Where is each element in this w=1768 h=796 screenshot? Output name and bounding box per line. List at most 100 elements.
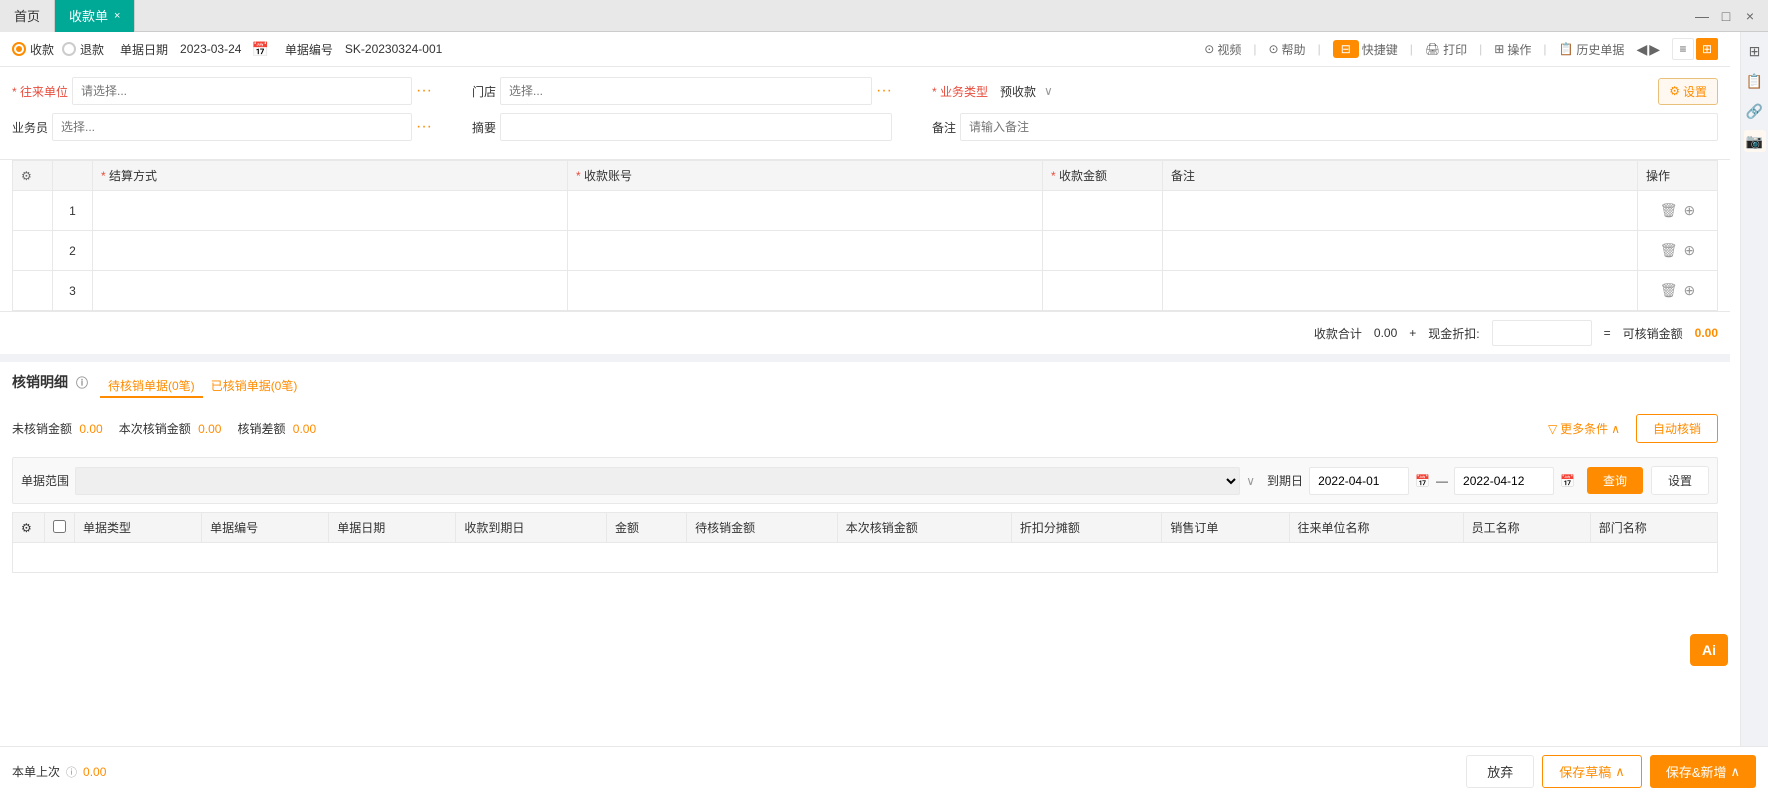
counterparty-input[interactable]: [72, 77, 412, 105]
remark-input-2[interactable]: [1163, 231, 1637, 270]
next-arrow[interactable]: ▶: [1649, 41, 1660, 58]
business-type-arrow[interactable]: ∨: [1044, 84, 1053, 98]
th-remark: 备注: [1163, 161, 1638, 191]
sidebar-list-icon[interactable]: 📋: [1744, 70, 1766, 92]
plus-sign: +: [1409, 326, 1416, 340]
sidebar-table-icon[interactable]: ⊞: [1744, 40, 1766, 62]
operate-action[interactable]: ⊞ 操作: [1494, 41, 1531, 58]
toolbar: 收款 退款 单据日期 2023-03-24 📅 单据编号 SK-20230324…: [0, 32, 1730, 67]
list-view-btn[interactable]: ≡: [1672, 38, 1694, 60]
equals-sign: =: [1604, 326, 1611, 340]
delete-row3-btn[interactable]: 🗑: [1660, 282, 1678, 299]
counterparty-dots[interactable]: ···: [416, 83, 432, 99]
pending-tab[interactable]: 待核销单据(0笔): [100, 375, 203, 398]
td-row1-empty: [13, 191, 53, 231]
select-all-checkbox[interactable]: [53, 520, 66, 533]
td-row3-settlement[interactable]: [93, 271, 568, 311]
business-type-label: * 业务类型: [932, 83, 988, 100]
date-from-icon[interactable]: 📅: [1415, 474, 1430, 488]
save-draft-btn[interactable]: 保存草稿 ∧: [1542, 755, 1642, 788]
video-action[interactable]: ⊙ 视频: [1204, 41, 1241, 58]
td-row1-account[interactable]: [568, 191, 1043, 231]
th-settlement: 结算方式: [93, 161, 568, 191]
query-btn[interactable]: 查询: [1587, 467, 1643, 494]
settlement-input-3[interactable]: [93, 271, 567, 310]
range-arrow[interactable]: ∨: [1246, 474, 1255, 488]
td-row2-remark[interactable]: [1163, 231, 1638, 271]
delete-row1-btn[interactable]: 🗑: [1660, 202, 1678, 219]
grid-view-btn[interactable]: ⊞: [1696, 38, 1718, 60]
history-action[interactable]: 📋 历史单据: [1558, 41, 1624, 58]
table-gear-icon[interactable]: ⚙: [21, 169, 32, 183]
settlement-input-1[interactable]: [93, 191, 567, 230]
date-to-input[interactable]: [1454, 467, 1554, 495]
td-row3-remark[interactable]: [1163, 271, 1638, 311]
date-field: 单据日期 2023-03-24 📅: [120, 41, 269, 58]
amount-input-2[interactable]: [1043, 231, 1162, 270]
ai-button[interactable]: Ai: [1690, 634, 1728, 666]
settings-button[interactable]: ⚙ 设置: [1658, 78, 1718, 105]
td-row1-remark[interactable]: [1163, 191, 1638, 231]
refund-radio[interactable]: 退款: [62, 41, 104, 58]
bth-gear[interactable]: ⚙: [13, 513, 45, 543]
td-row2-actions: 🗑 ⊕: [1638, 231, 1718, 271]
bth-voucher-type: 单据类型: [75, 513, 202, 543]
abandon-btn[interactable]: 放弃: [1466, 755, 1534, 788]
td-row3-amount[interactable]: [1043, 271, 1163, 311]
settlement-input-2[interactable]: [93, 231, 567, 270]
td-row1-settlement[interactable]: [93, 191, 568, 231]
account-input-3[interactable]: [568, 271, 1042, 310]
date-from-input[interactable]: [1309, 467, 1409, 495]
summary-input[interactable]: [500, 113, 892, 141]
done-tab[interactable]: 已核销单据(0笔): [203, 375, 306, 398]
store-input[interactable]: [500, 77, 872, 105]
calendar-icon[interactable]: 📅: [251, 41, 268, 58]
td-row1-amount[interactable]: [1043, 191, 1163, 231]
td-row2-amount[interactable]: [1043, 231, 1163, 271]
remark-input-3[interactable]: [1163, 271, 1637, 310]
copy-row3-btn[interactable]: ⊕: [1684, 282, 1696, 299]
td-row2-settlement[interactable]: [93, 231, 568, 271]
current-value: 0.00: [198, 422, 221, 436]
sidebar-camera-icon[interactable]: 📷: [1744, 130, 1766, 152]
td-row2-account[interactable]: [568, 231, 1043, 271]
help-action[interactable]: ⊙ 帮助: [1268, 41, 1305, 58]
account-input-1[interactable]: [568, 191, 1042, 230]
prev-arrow[interactable]: ◀: [1636, 41, 1647, 58]
auto-reconcile-btn[interactable]: 自动核销: [1636, 414, 1718, 443]
restore-btn[interactable]: □: [1716, 6, 1736, 26]
amount-input-1[interactable]: [1043, 191, 1162, 230]
reconciliation-table: ⚙ 单据类型 单据编号 单据日期 收款到期日 金额 待核销金额 本次核销金额 折…: [12, 512, 1718, 573]
salesman-dots[interactable]: ···: [416, 119, 432, 135]
salesman-input[interactable]: [52, 113, 412, 141]
account-input-2[interactable]: [568, 231, 1042, 270]
footer-info-icon[interactable]: ⓘ: [66, 764, 77, 780]
tab-receipt[interactable]: 收款单 ×: [55, 0, 135, 32]
discount-input[interactable]: [1492, 320, 1592, 346]
filter-settings-btn[interactable]: 设置: [1651, 466, 1709, 495]
range-select[interactable]: [75, 467, 1240, 495]
remark-input[interactable]: [960, 113, 1718, 141]
delete-row2-btn[interactable]: 🗑: [1660, 242, 1678, 259]
toolbar-actions: ⊙ 视频 | ⊙ 帮助 | ⊟ 快捷键 | 🖨 打印 | ⊞ 操作: [1204, 38, 1718, 60]
store-dots[interactable]: ···: [876, 83, 892, 99]
shortcut-action[interactable]: ⊟ 快捷键: [1333, 40, 1398, 58]
amount-input-3[interactable]: [1043, 271, 1162, 310]
print-action[interactable]: 🖨 打印: [1425, 41, 1467, 58]
td-row3-account[interactable]: [568, 271, 1043, 311]
save-new-label: 保存&新增: [1666, 762, 1727, 781]
tab-home[interactable]: 首页: [0, 0, 55, 32]
sidebar-link-icon[interactable]: 🔗: [1744, 100, 1766, 122]
section-info-icon[interactable]: ⓘ: [76, 374, 88, 391]
remark-input-1[interactable]: [1163, 191, 1637, 230]
tab-close-icon[interactable]: ×: [114, 10, 120, 22]
receipt-radio[interactable]: 收款: [12, 41, 54, 58]
minimize-btn[interactable]: —: [1692, 6, 1712, 26]
close-btn[interactable]: ×: [1740, 6, 1760, 26]
copy-row2-btn[interactable]: ⊕: [1684, 242, 1696, 259]
copy-row1-btn[interactable]: ⊕: [1684, 202, 1696, 219]
bth-checkbox[interactable]: [45, 513, 75, 543]
save-new-btn[interactable]: 保存&新增 ∧: [1650, 755, 1756, 788]
more-conditions-btn[interactable]: ▽ 更多条件 ∧: [1548, 420, 1620, 437]
date-to-icon[interactable]: 📅: [1560, 474, 1575, 488]
